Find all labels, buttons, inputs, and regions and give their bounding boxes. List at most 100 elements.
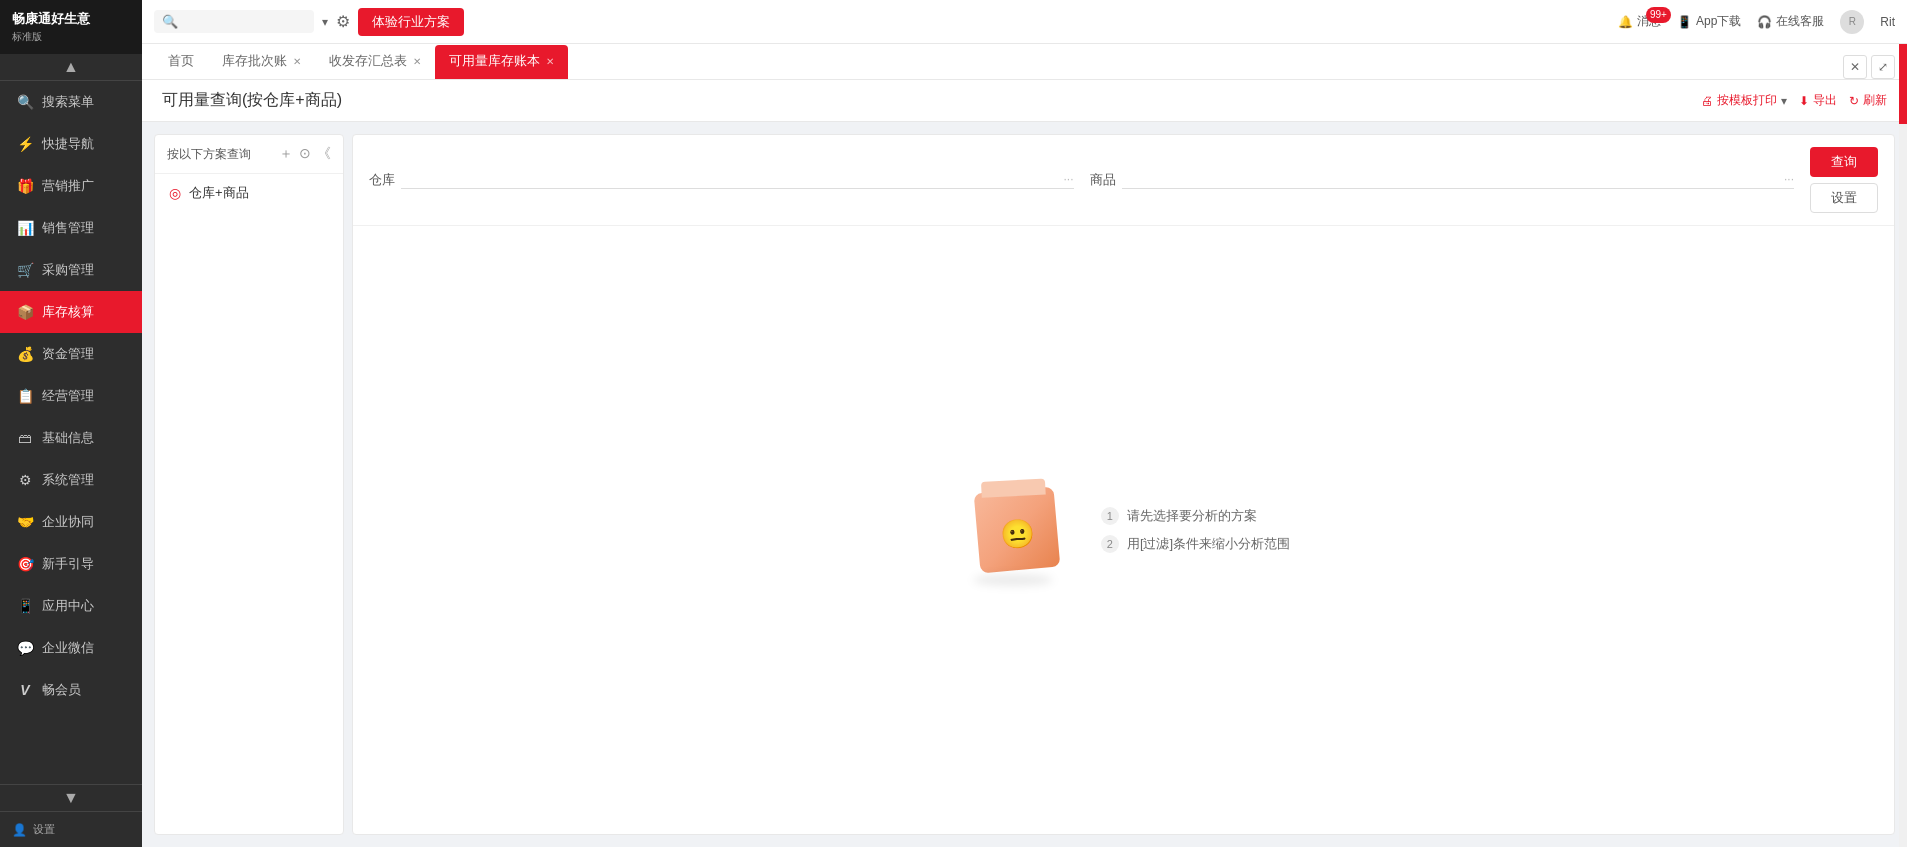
empty-step-1-text: 请先选择要分析的方案 — [1127, 507, 1257, 525]
empty-step-2-text: 用[过滤]条件来缩小分析范围 — [1127, 535, 1290, 553]
topbar-search-wrap: 🔍 — [154, 10, 314, 33]
gear-icon: ⚙ — [16, 471, 34, 489]
collapse-filter-icon[interactable]: 《 — [317, 145, 331, 163]
settings-button[interactable]: 设置 — [1810, 183, 1878, 213]
notification-bell[interactable]: 🔔 消息 99+ — [1618, 13, 1661, 30]
handshake-icon: 🤝 — [16, 513, 34, 531]
dropdown-chevron-icon: ▾ — [322, 15, 328, 29]
step-num-2: 2 — [1101, 535, 1119, 553]
query-button[interactable]: 查询 — [1810, 147, 1878, 177]
empty-illustration: 😐 — [957, 470, 1077, 590]
refresh-action[interactable]: ↻ 刷新 — [1849, 92, 1887, 109]
product-input-icon[interactable]: ··· — [1784, 172, 1794, 186]
tab-batch-label: 库存批次账 — [222, 52, 287, 70]
app-download-link[interactable]: 📱 App下载 — [1677, 13, 1741, 30]
sidebar-item-marketing[interactable]: 🎁 营销推广 — [0, 165, 142, 207]
sidebar-scroll-up[interactable]: ▲ — [0, 54, 142, 81]
empty-step-2: 2 用[过滤]条件来缩小分析范围 — [1101, 535, 1290, 553]
filter-panel: 按以下方案查询 ＋ ⊙ 《 ◎ 仓库+商品 — [154, 134, 344, 835]
sidebar-item-shortcut[interactable]: ⚡ 快捷导航 — [0, 123, 142, 165]
settings-filter-icon[interactable]: ⊙ — [299, 145, 311, 163]
sidebar-scroll-down[interactable]: ▼ — [0, 784, 142, 811]
mobile-icon: 📱 — [16, 597, 34, 615]
trial-industry-button[interactable]: 体验行业方案 — [358, 8, 464, 36]
empty-text: 1 请先选择要分析的方案 2 用[过滤]条件来缩小分析范围 — [1101, 507, 1290, 553]
warehouse-filter-field: 仓库 ··· — [369, 171, 1074, 189]
sidebar-item-purchase[interactable]: 🛒 采购管理 — [0, 249, 142, 291]
page-area: 可用量查询(按仓库+商品) 🖨 按模板打印 ▾ ⬇ 导出 ↻ 刷新 — [142, 80, 1907, 847]
sidebar-item-system[interactable]: ⚙ 系统管理 — [0, 459, 142, 501]
sidebar-item-app-center[interactable]: 📱 应用中心 — [0, 585, 142, 627]
filter-header-icons: ＋ ⊙ 《 — [279, 145, 331, 163]
add-filter-icon[interactable]: ＋ — [279, 145, 293, 163]
export-icon: ⬇ — [1799, 94, 1809, 108]
filter-panel-header: 按以下方案查询 ＋ ⊙ 《 — [155, 135, 343, 174]
empty-state: 😐 1 请先选择要分析的方案 2 用[过滤]条件来缩小分析范围 — [353, 226, 1894, 834]
product-input[interactable] — [1122, 171, 1784, 186]
sidebar: 畅康通好生意 标准版 ▲ 🔍 搜索菜单 ⚡ 快捷导航 🎁 营销推广 📊 销售管理… — [0, 0, 142, 847]
refresh-icon: ↻ — [1849, 94, 1859, 108]
filter-item-label: 仓库+商品 — [189, 184, 249, 202]
right-edge-scrollbar[interactable] — [1899, 44, 1907, 847]
topbar-dropdown[interactable]: ▾ — [322, 15, 328, 29]
vip-icon: V — [16, 681, 34, 699]
warehouse-label: 仓库 — [369, 171, 395, 189]
sidebar-item-basic-info[interactable]: 🗃 基础信息 — [0, 417, 142, 459]
phone-icon: 📱 — [1677, 15, 1692, 29]
tab-close-button[interactable]: ✕ — [1843, 55, 1867, 79]
tab-available-qty[interactable]: 可用量库存账本 ✕ — [435, 45, 568, 79]
flash-icon: ⚡ — [16, 135, 34, 153]
topbar-search-input[interactable] — [182, 15, 302, 29]
query-actions: 查询 设置 — [1810, 147, 1878, 213]
sidebar-item-finance[interactable]: 💰 资金管理 — [0, 333, 142, 375]
warehouse-input-icon[interactable]: ··· — [1063, 172, 1073, 186]
box-icon: 📦 — [16, 303, 34, 321]
brand-sub: 标准版 — [12, 30, 130, 44]
print-dropdown-icon[interactable]: ▾ — [1781, 94, 1787, 108]
tab-summary-close-icon[interactable]: ✕ — [413, 56, 421, 67]
wechat-icon: 💬 — [16, 639, 34, 657]
online-service-link[interactable]: 🎧 在线客服 — [1757, 13, 1824, 30]
tab-batch-account[interactable]: 库存批次账 ✕ — [208, 45, 315, 79]
sidebar-item-wechat[interactable]: 💬 企业微信 — [0, 627, 142, 669]
bell-icon: 🔔 — [1618, 15, 1633, 29]
sidebar-item-search[interactable]: 🔍 搜索菜单 — [0, 81, 142, 123]
topbar-gear-icon[interactable]: ⚙ — [336, 12, 350, 31]
sidebar-item-member[interactable]: V 畅会员 — [0, 669, 142, 711]
sidebar-item-operations[interactable]: 📋 经营管理 — [0, 375, 142, 417]
sidebar-item-enterprise[interactable]: 🤝 企业协同 — [0, 501, 142, 543]
sidebar-item-inventory[interactable]: 📦 库存核算 — [0, 291, 142, 333]
footer-icon: 👤 — [12, 823, 27, 837]
filter-item-warehouse-product[interactable]: ◎ 仓库+商品 — [155, 174, 343, 212]
empty-shadow — [973, 574, 1053, 586]
export-action[interactable]: ⬇ 导出 — [1799, 92, 1837, 109]
sidebar-header: 畅康通好生意 标准版 — [0, 0, 142, 54]
username-label[interactable]: Rit — [1880, 15, 1895, 29]
notification-badge: 99+ — [1646, 7, 1671, 23]
warehouse-input-wrap: ··· — [401, 171, 1074, 189]
headset-icon: 🎧 — [1757, 15, 1772, 29]
tab-available-close-icon[interactable]: ✕ — [546, 56, 554, 67]
user-avatar[interactable]: R — [1840, 10, 1864, 34]
tab-expand-button[interactable]: ⤢ — [1871, 55, 1895, 79]
tab-summary[interactable]: 收发存汇总表 ✕ — [315, 45, 435, 79]
tab-summary-label: 收发存汇总表 — [329, 52, 407, 70]
page-title: 可用量查询(按仓库+商品) — [162, 90, 1701, 111]
query-filters: 仓库 ··· 商品 ··· 查询 — [353, 135, 1894, 226]
footer-text: 设置 — [33, 822, 55, 837]
target-icon: 🎯 — [16, 555, 34, 573]
empty-box-graphic: 😐 — [974, 487, 1061, 574]
clipboard-icon: 📋 — [16, 387, 34, 405]
filter-item-icon: ◎ — [169, 185, 181, 201]
tab-home[interactable]: 首页 — [154, 45, 208, 79]
tab-batch-close-icon[interactable]: ✕ — [293, 56, 301, 67]
sidebar-item-guide[interactable]: 🎯 新手引导 — [0, 543, 142, 585]
sidebar-scroll: 🔍 搜索菜单 ⚡ 快捷导航 🎁 营销推广 📊 销售管理 🛒 采购管理 📦 库存核… — [0, 81, 142, 784]
brand-name: 畅康通好生意 — [12, 10, 130, 28]
print-template-action[interactable]: 🖨 按模板打印 ▾ — [1701, 92, 1787, 109]
topbar-right: 🔔 消息 99+ 📱 App下载 🎧 在线客服 R Rit — [1618, 10, 1895, 34]
sidebar-item-sales[interactable]: 📊 销售管理 — [0, 207, 142, 249]
scrollbar-thumb[interactable] — [1899, 44, 1907, 124]
warehouse-input[interactable] — [401, 171, 1063, 186]
search-icon: 🔍 — [16, 93, 34, 111]
